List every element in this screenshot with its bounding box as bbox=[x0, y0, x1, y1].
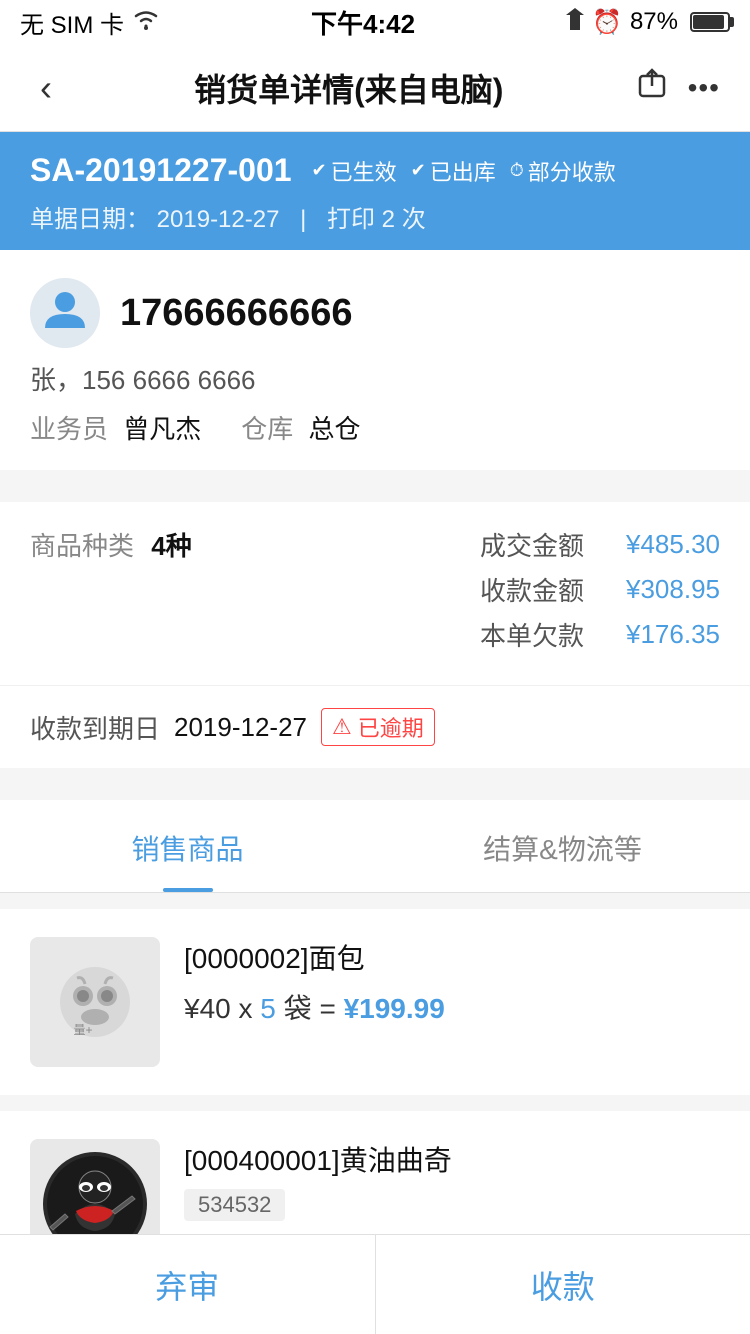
collect-button[interactable]: 收款 bbox=[376, 1235, 750, 1334]
nav-right-buttons: ••• bbox=[636, 68, 720, 108]
customer-phone: 张，156 6666 6666 bbox=[30, 360, 720, 397]
reject-button[interactable]: 弃审 bbox=[0, 1235, 376, 1334]
tabs-row: 销售商品 结算&物流等 bbox=[0, 800, 750, 892]
status-bar: 无 SIM 卡 下午4:42 ⏰ 87% bbox=[0, 0, 750, 44]
battery-icon bbox=[690, 12, 730, 32]
alarm-icon: ⏰ bbox=[592, 8, 622, 37]
user-icon bbox=[43, 286, 87, 340]
due-date-section: 收款到期日 2019-12-27 ⚠ 已逾期 bbox=[0, 685, 750, 768]
status-bar-time: 下午4:42 bbox=[311, 4, 415, 41]
deal-amount-row: 成交金额 ¥485.30 bbox=[480, 526, 720, 563]
customer-avatar bbox=[30, 278, 100, 348]
page-title: 销货单详情(来自电脑) bbox=[194, 65, 503, 111]
more-button[interactable]: ••• bbox=[688, 72, 720, 104]
amount-stats: 成交金额 ¥485.30 收款金额 ¥308.95 本单欠款 ¥176.35 bbox=[480, 526, 720, 661]
banner-date-row: 单据日期： 2019-12-27 | 打印 2 次 bbox=[30, 199, 720, 234]
customer-details-row: 业务员 曾凡杰 仓库 总仓 bbox=[30, 409, 720, 446]
product-type-stat: 商品种类 4种 bbox=[30, 526, 192, 563]
customer-id: 17666666666 bbox=[120, 292, 352, 335]
badge-partial-collected: ⏱ 部分收款 bbox=[510, 155, 616, 187]
tab-settlement-logistics[interactable]: 结算&物流等 bbox=[375, 800, 750, 892]
order-id: SA-20191227-001 bbox=[30, 152, 292, 189]
battery-percent: 87% bbox=[630, 8, 678, 36]
customer-section: 17666666666 张，156 6666 6666 业务员 曾凡杰 仓库 总… bbox=[0, 250, 750, 470]
location-icon bbox=[566, 8, 584, 37]
collected-amount-row: 收款金额 ¥308.95 bbox=[480, 571, 720, 608]
product-price-row-1: ¥40 x 5 袋 = ¥199.99 bbox=[184, 987, 720, 1027]
tabs-section: 销售商品 结算&物流等 bbox=[0, 800, 750, 893]
warehouse-label: 仓库 总仓 bbox=[241, 409, 360, 446]
salesperson-label: 业务员 曾凡杰 bbox=[30, 409, 201, 446]
overdue-icon: ⚠ bbox=[332, 714, 352, 740]
header-banner: SA-20191227-001 ✔ 已生效 ✔ 已出库 ⏱ 部分收款 单据日期：… bbox=[0, 132, 750, 250]
product-batch-2: 534532 bbox=[184, 1189, 285, 1221]
badge-shipped: ✔ 已出库 bbox=[411, 155, 496, 187]
order-badges: ✔ 已生效 ✔ 已出库 ⏱ 部分收款 bbox=[312, 155, 616, 187]
overdue-badge: ⚠ 已逾期 bbox=[321, 708, 435, 746]
nav-bar: ‹ 销货单详情(来自电脑) ••• bbox=[0, 44, 750, 132]
tab-sales-products[interactable]: 销售商品 bbox=[0, 800, 375, 892]
status-bar-right: ⏰ 87% bbox=[566, 8, 730, 37]
product-name-1: [0000002]面包 bbox=[184, 937, 720, 977]
stats-section: 商品种类 4种 成交金额 ¥485.30 收款金额 ¥308.95 本单欠款 ¥… bbox=[0, 502, 750, 685]
banner-top-row: SA-20191227-001 ✔ 已生效 ✔ 已出库 ⏱ 部分收款 bbox=[30, 152, 720, 189]
customer-top-row: 17666666666 bbox=[30, 278, 720, 348]
wifi-icon bbox=[132, 8, 160, 37]
back-button[interactable]: ‹ bbox=[30, 57, 62, 119]
product-item: 量+ [0000002]面包 ¥40 x 5 袋 = ¥199.99 bbox=[0, 909, 750, 1095]
svg-text:量+: 量+ bbox=[73, 1023, 92, 1037]
owed-amount-row: 本单欠款 ¥176.35 bbox=[480, 616, 720, 653]
share-button[interactable] bbox=[636, 68, 668, 108]
product-info-1: [0000002]面包 ¥40 x 5 袋 = ¥199.99 bbox=[184, 937, 720, 1027]
carrier-label: 无 SIM 卡 bbox=[20, 5, 124, 40]
product-name-2: [000400001]黄油曲奇 bbox=[184, 1139, 720, 1179]
status-bar-left: 无 SIM 卡 bbox=[20, 5, 160, 40]
bottom-bar: 弃审 收款 bbox=[0, 1234, 750, 1334]
badge-effective: ✔ 已生效 bbox=[312, 155, 397, 187]
product-image-1: 量+ bbox=[30, 937, 160, 1067]
